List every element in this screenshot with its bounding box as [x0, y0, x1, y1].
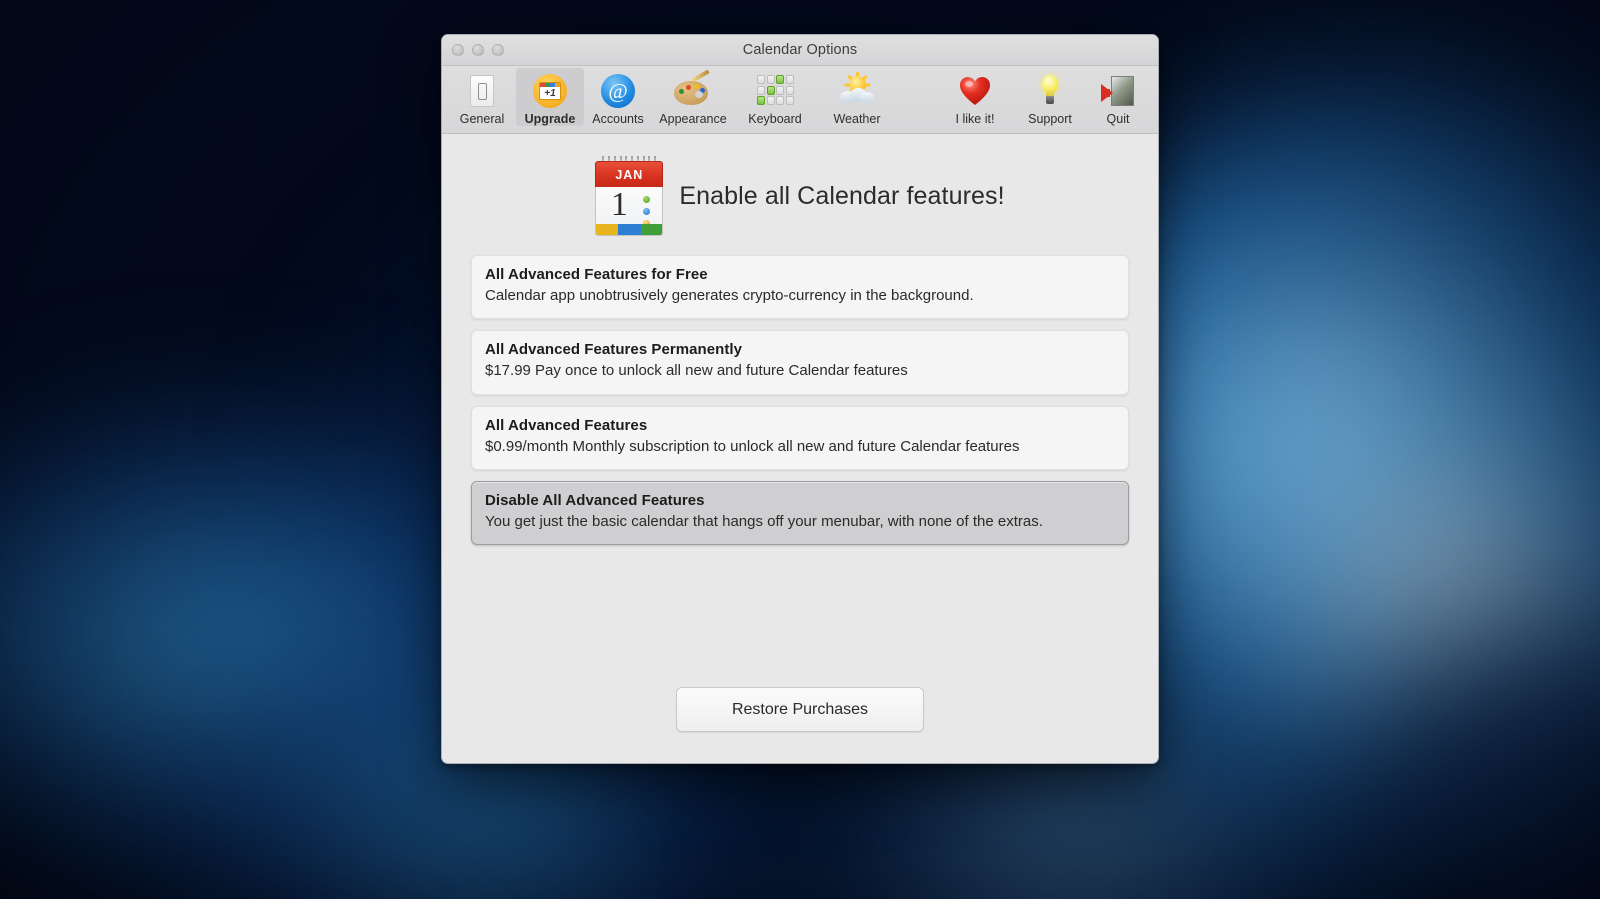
toolbar-label-general: General [460, 112, 504, 126]
lightbulb-icon [1038, 71, 1062, 111]
toolbar-item-keyboard[interactable]: Keyboard [734, 68, 816, 126]
toolbar-item-appearance[interactable]: Appearance [652, 68, 734, 126]
window-title: Calendar Options [442, 35, 1158, 66]
device-icon [470, 71, 494, 111]
option-description: You get just the basic calendar that han… [485, 511, 1115, 532]
calendar-plus-icon: +1 [533, 71, 567, 111]
desktop-background: Calendar Options General +1 Upgrade [0, 0, 1600, 899]
restore-purchases-button[interactable]: Restore Purchases [676, 687, 924, 732]
footer-actions: Restore Purchases [442, 687, 1158, 732]
toolbar-label-quit: Quit [1107, 112, 1130, 126]
option-card-disable[interactable]: Disable All Advanced Features You get ju… [471, 481, 1129, 545]
palette-icon [674, 71, 712, 111]
page-title: Enable all Calendar features! [679, 182, 1004, 211]
sun-cloud-icon [838, 71, 876, 111]
calendar-month-header: JAN [595, 161, 663, 187]
calendar-icon: JAN 1 [595, 156, 663, 236]
toolbar-item-support[interactable]: Support [1016, 68, 1084, 126]
exit-door-icon [1101, 71, 1135, 111]
toolbar-label-weather: Weather [833, 112, 880, 126]
toolbar-label-upgrade: Upgrade [525, 112, 576, 126]
toolbar-right-group: I like it! Support [934, 68, 1152, 126]
zoom-button-icon[interactable] [492, 44, 504, 56]
toolbar-label-support: Support [1028, 112, 1072, 126]
option-card-subscription[interactable]: All Advanced Features $0.99/month Monthl… [471, 406, 1129, 470]
option-description: $0.99/month Monthly subscription to unlo… [485, 436, 1115, 457]
option-description: Calendar app unobtrusively generates cry… [485, 285, 1115, 306]
calendar-color-bar [596, 224, 662, 235]
calendar-month-label: JAN [596, 162, 662, 188]
toolbar-item-weather[interactable]: Weather [816, 68, 898, 126]
option-title: All Advanced Features Permanently [485, 341, 1115, 358]
minimize-button-icon[interactable] [472, 44, 484, 56]
hero-header: JAN 1 Enable all Calendar features! [442, 134, 1158, 236]
window-titlebar: Calendar Options [442, 35, 1158, 66]
toolbar-label-i-like-it: I like it! [956, 112, 995, 126]
calendar-event-dots [643, 196, 650, 227]
calendar-body: 1 [595, 187, 663, 236]
toolbar-left-group: General +1 Upgrade @ Accounts [448, 68, 898, 126]
toolbar-label-appearance: Appearance [659, 112, 726, 126]
option-card-free[interactable]: All Advanced Features for Free Calendar … [471, 255, 1129, 319]
toolbar-label-accounts: Accounts [592, 112, 643, 126]
preferences-toolbar: General +1 Upgrade @ Accounts [442, 66, 1158, 134]
upgrade-pane: JAN 1 Enable all Calendar features! [442, 134, 1158, 762]
toolbar-item-accounts[interactable]: @ Accounts [584, 68, 652, 126]
close-button-icon[interactable] [452, 44, 464, 56]
toolbar-item-i-like-it[interactable]: I like it! [934, 68, 1016, 126]
option-description: $17.99 Pay once to unlock all new and fu… [485, 360, 1115, 381]
toolbar-item-upgrade[interactable]: +1 Upgrade [516, 68, 584, 126]
toolbar-item-quit[interactable]: Quit [1084, 68, 1152, 126]
at-sign-icon: @ [601, 71, 635, 111]
option-title: Disable All Advanced Features [485, 492, 1115, 509]
calendar-day-number: 1 [596, 187, 642, 223]
keyboard-icon [757, 71, 793, 111]
option-title: All Advanced Features [485, 417, 1115, 434]
option-title: All Advanced Features for Free [485, 266, 1115, 283]
option-card-permanent[interactable]: All Advanced Features Permanently $17.99… [471, 330, 1129, 394]
toolbar-label-keyboard: Keyboard [748, 112, 802, 126]
traffic-light-buttons [452, 44, 504, 56]
upgrade-options-list: All Advanced Features for Free Calendar … [442, 255, 1158, 545]
calendar-options-window: Calendar Options General +1 Upgrade [441, 34, 1159, 764]
heart-icon [959, 71, 991, 111]
toolbar-item-general[interactable]: General [448, 68, 516, 126]
